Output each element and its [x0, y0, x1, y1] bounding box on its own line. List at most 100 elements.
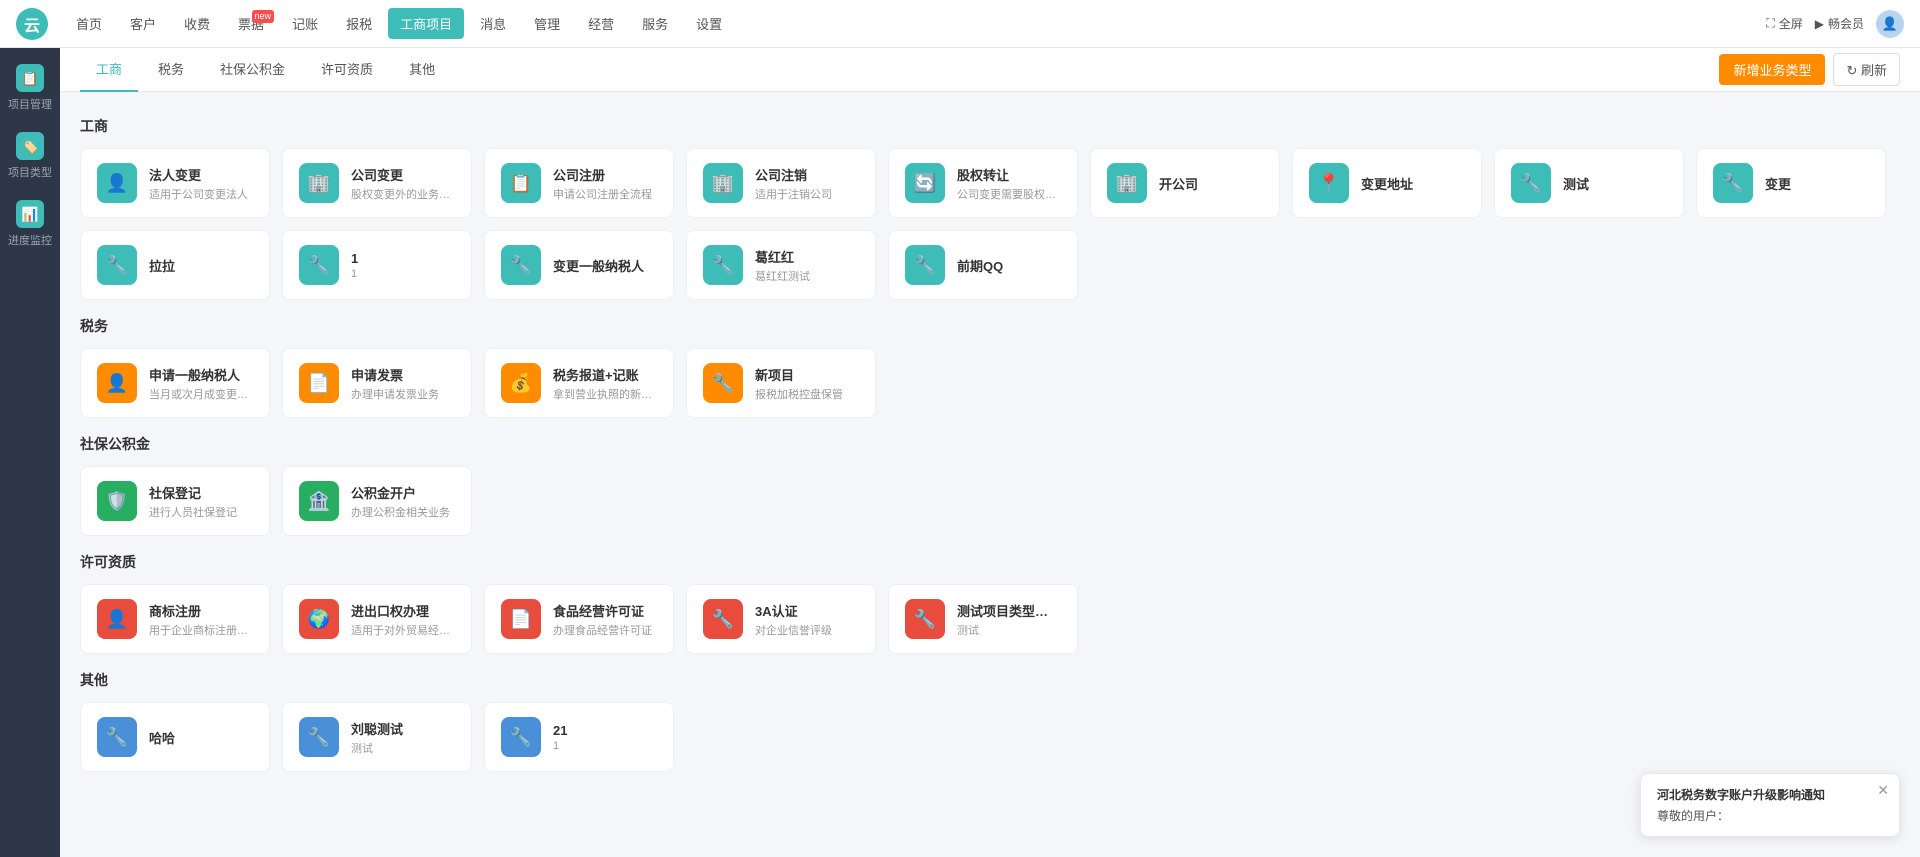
- nav-item-报税[interactable]: 报税: [334, 8, 384, 39]
- card-text-申请一般纳税人: 申请一般纳税人 当月或次月成变更完成: [149, 365, 253, 402]
- card-开公司[interactable]: 🏢 开公司: [1090, 148, 1280, 218]
- card-测试[interactable]: 🔧 测试: [1494, 148, 1684, 218]
- card-公积金开户[interactable]: 🏦 公积金开户 办理公积金相关业务: [282, 466, 472, 536]
- card-text-进出口权办理: 进出口权办理 适用于对外贸易经营者: [351, 601, 455, 638]
- sidebar-item-项目管理[interactable]: 📋 项目管理: [4, 56, 56, 120]
- nav-item-收费[interactable]: 收费: [172, 8, 222, 39]
- card-text-公司注销: 公司注销 适用于注销公司: [755, 165, 859, 202]
- card-1[interactable]: 🔧 1 1: [282, 230, 472, 300]
- sidebar-label: 项目管理: [8, 96, 52, 112]
- nav-item-工商项目[interactable]: 工商项目: [388, 8, 464, 39]
- card-食品经营许可证[interactable]: 📄 食品经营许可证 办理食品经营许可证: [484, 584, 674, 654]
- card-title: 公司注销: [755, 165, 859, 184]
- sidebar-label: 进度监控: [8, 232, 52, 248]
- card-公司变更[interactable]: 🏢 公司变更 股权变更外的业务变更: [282, 148, 472, 218]
- nav-item-设置[interactable]: 设置: [684, 8, 734, 39]
- card-申请一般纳税人[interactable]: 👤 申请一般纳税人 当月或次月成变更完成: [80, 348, 270, 418]
- card-desc: 测试: [351, 740, 455, 756]
- logo[interactable]: 云: [16, 8, 48, 40]
- card-icon-申请一般纳税人: 👤: [97, 363, 137, 403]
- notification-panel: ✕ 河北税务数字账户升级影响通知 尊敬的用户：: [1640, 773, 1900, 837]
- cards-grid-许可资质: 👤 商标注册 用于企业商标注册服务 🌍 进出口权办理 适用于对外贸易经营者 📄 …: [80, 584, 1900, 654]
- card-股权转让[interactable]: 🔄 股权转让 公司变更需要股权转让: [888, 148, 1078, 218]
- notification-close-button[interactable]: ✕: [1877, 782, 1889, 799]
- card-社保登记[interactable]: 🛡️ 社保登记 进行人员社保登记: [80, 466, 270, 536]
- card-icon-哈哈: 🔧: [97, 717, 137, 757]
- card-公司注册[interactable]: 📋 公司注册 申请公司注册全流程: [484, 148, 674, 218]
- card-变更地址[interactable]: 📍 变更地址: [1292, 148, 1482, 218]
- avatar[interactable]: 👤: [1876, 10, 1904, 38]
- card-icon-股权转让: 🔄: [905, 163, 945, 203]
- card-text-新项目: 新项目 报税加税控盘保管: [755, 365, 859, 402]
- card-icon-前期QQ: 🔧: [905, 245, 945, 285]
- card-icon-葛红红: 🔧: [703, 245, 743, 285]
- card-icon-社保登记: 🛡️: [97, 481, 137, 521]
- nav-item-客户[interactable]: 客户: [118, 8, 168, 39]
- nav-item-服务[interactable]: 服务: [630, 8, 680, 39]
- nav-item-经营[interactable]: 经营: [576, 8, 626, 39]
- card-税务报道+记账[interactable]: 💰 税务报道+记账 拿到营业执照的新公司: [484, 348, 674, 418]
- card-desc: 股权变更外的业务变更: [351, 186, 455, 202]
- card-text-3A认证: 3A认证 对企业信誉评级: [755, 601, 859, 638]
- nav-item-记账[interactable]: 记账: [280, 8, 330, 39]
- nav-item-消息[interactable]: 消息: [468, 8, 518, 39]
- card-desc: 1: [351, 268, 455, 280]
- card-申请发票[interactable]: 📄 申请发票 办理申请发票业务: [282, 348, 472, 418]
- card-icon-刘聪测试: 🔧: [299, 717, 339, 757]
- card-title: 哈哈: [149, 728, 253, 747]
- card-变更一般纳税人[interactable]: 🔧 变更一般纳税人: [484, 230, 674, 300]
- card-进出口权办理[interactable]: 🌍 进出口权办理 适用于对外贸易经营者: [282, 584, 472, 654]
- refresh-button[interactable]: ↻ 刷新: [1833, 53, 1900, 86]
- fullscreen-button[interactable]: ⛶ 全屏: [1766, 15, 1802, 32]
- nav-item-票据[interactable]: 票据new: [226, 8, 276, 39]
- card-icon-进出口权办理: 🌍: [299, 599, 339, 639]
- card-拉拉[interactable]: 🔧 拉拉: [80, 230, 270, 300]
- fullscreen-label: 全屏: [1779, 15, 1803, 32]
- card-title: 食品经营许可证: [553, 601, 657, 620]
- card-text-拉拉: 拉拉: [149, 256, 253, 275]
- section-title-其他: 其他: [80, 670, 1900, 690]
- card-icon-1: 🔧: [299, 245, 339, 285]
- card-desc: 适用于公司变更法人: [149, 186, 253, 202]
- card-icon-开公司: 🏢: [1107, 163, 1147, 203]
- sidebar-icon: 🏷️: [16, 132, 44, 160]
- card-title: 公积金开户: [351, 483, 455, 502]
- new-type-button[interactable]: 新增业务类型: [1719, 54, 1825, 85]
- card-title: 新项目: [755, 365, 859, 384]
- tab-其他[interactable]: 其他: [393, 47, 451, 92]
- card-title: 1: [351, 251, 455, 266]
- tab-工商[interactable]: 工商: [80, 47, 138, 92]
- nav-right: ⛶ 全屏 ▶ 畅会员 👤: [1766, 10, 1904, 38]
- card-icon-商标注册: 👤: [97, 599, 137, 639]
- card-公司注销[interactable]: 🏢 公司注销 适用于注销公司: [686, 148, 876, 218]
- member-button[interactable]: ▶ 畅会员: [1815, 15, 1864, 32]
- nav-item-首页[interactable]: 首页: [64, 8, 114, 39]
- card-desc: 办理食品经营许可证: [553, 622, 657, 638]
- card-哈哈[interactable]: 🔧 哈哈: [80, 702, 270, 772]
- card-text-变更一般纳税人: 变更一般纳税人: [553, 256, 657, 275]
- tab-许可资质[interactable]: 许可资质: [305, 47, 389, 92]
- tab-社保公积金[interactable]: 社保公积金: [204, 47, 301, 92]
- tab-税务[interactable]: 税务: [142, 47, 200, 92]
- card-desc: 办理申请发票业务: [351, 386, 455, 402]
- card-法人变更[interactable]: 👤 法人变更 适用于公司变更法人: [80, 148, 270, 218]
- card-icon-21: 🔧: [501, 717, 541, 757]
- card-葛红红[interactable]: 🔧 葛红红 葛红红测试: [686, 230, 876, 300]
- card-21[interactable]: 🔧 21 1: [484, 702, 674, 772]
- sidebar-item-项目类型[interactable]: 🏷️ 项目类型: [4, 124, 56, 188]
- card-title: 变更地址: [1361, 174, 1465, 193]
- nav-item-管理[interactable]: 管理: [522, 8, 572, 39]
- card-商标注册[interactable]: 👤 商标注册 用于企业商标注册服务: [80, 584, 270, 654]
- card-title: 21: [553, 723, 657, 738]
- cards-grid-工商: 👤 法人变更 适用于公司变更法人 🏢 公司变更 股权变更外的业务变更 📋 公司注…: [80, 148, 1900, 300]
- card-变更[interactable]: 🔧 变更: [1696, 148, 1886, 218]
- card-前期QQ[interactable]: 🔧 前期QQ: [888, 230, 1078, 300]
- card-title: 法人变更: [149, 165, 253, 184]
- sidebar-item-进度监控[interactable]: 📊 进度监控: [4, 192, 56, 256]
- card-刘聪测试[interactable]: 🔧 刘聪测试 测试: [282, 702, 472, 772]
- card-测试项目类型目定义[interactable]: 🔧 测试项目类型目定义 测试: [888, 584, 1078, 654]
- card-3A认证[interactable]: 🔧 3A认证 对企业信誉评级: [686, 584, 876, 654]
- card-新项目[interactable]: 🔧 新项目 报税加税控盘保管: [686, 348, 876, 418]
- card-title: 商标注册: [149, 601, 253, 620]
- card-text-前期QQ: 前期QQ: [957, 256, 1061, 275]
